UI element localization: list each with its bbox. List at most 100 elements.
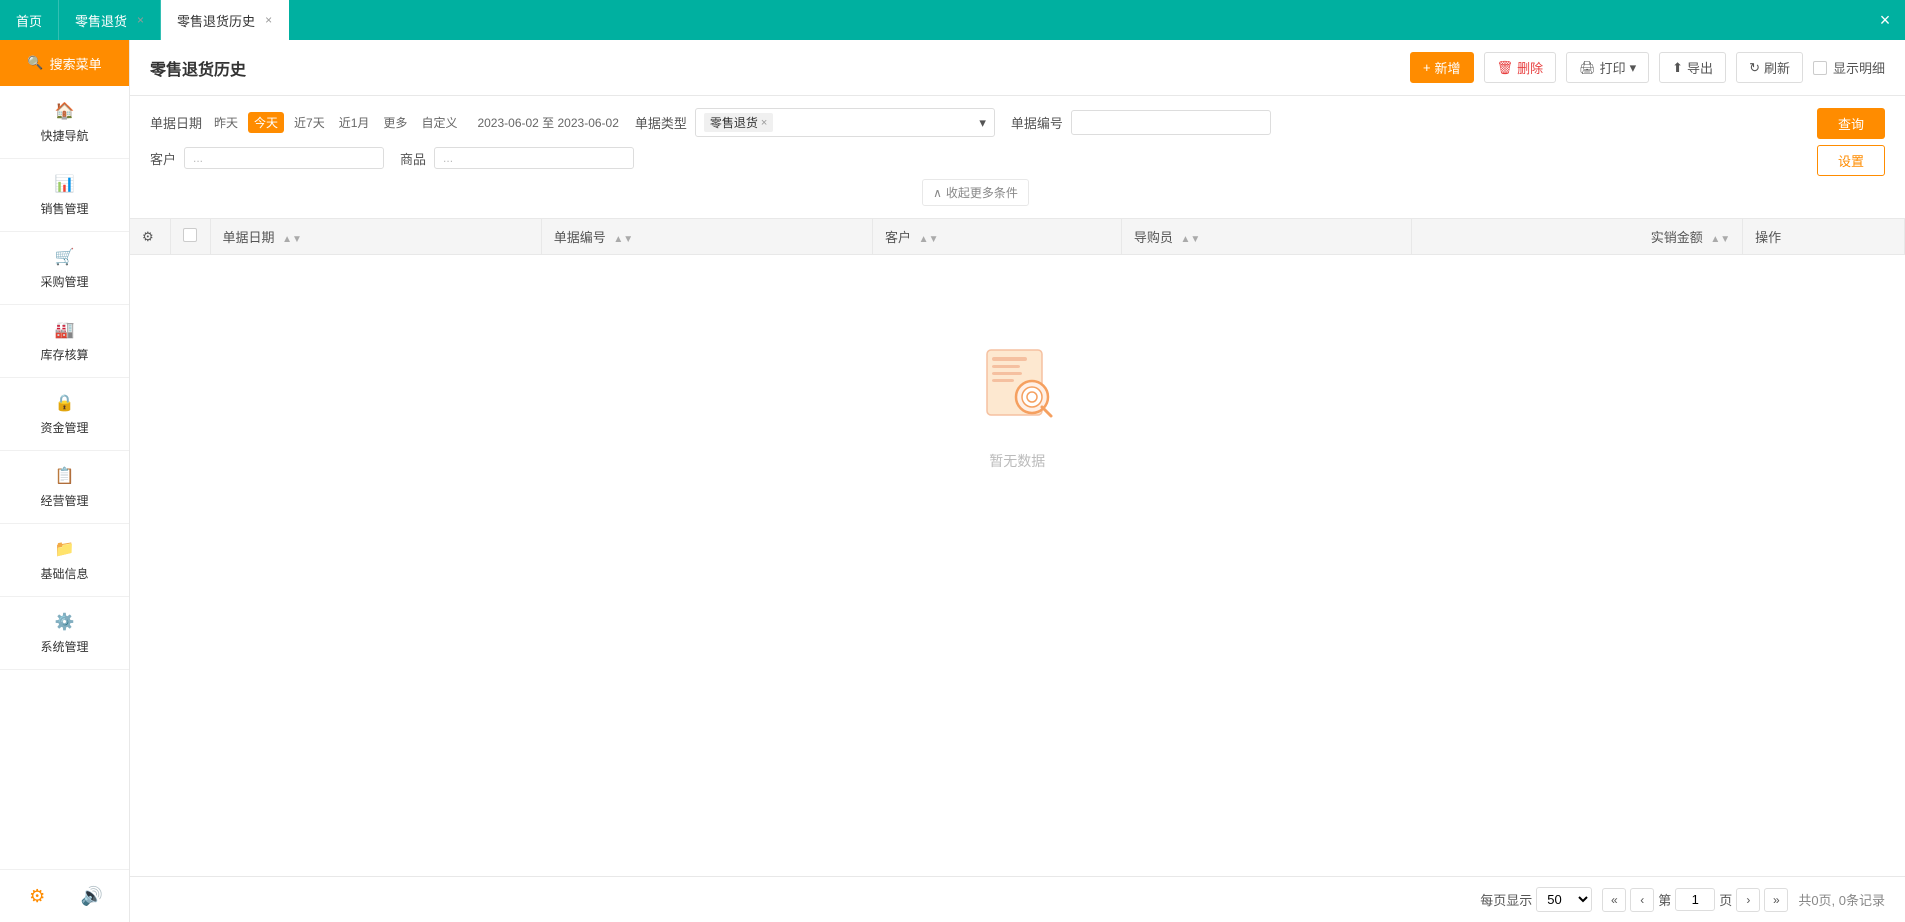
show-detail-checkbox[interactable] xyxy=(1813,61,1827,75)
delete-button-label: 删除 xyxy=(1517,58,1543,77)
type-tag: 零售退货 × xyxy=(704,113,773,132)
print-button[interactable]: 🖨 打印 ▾ xyxy=(1566,52,1649,83)
tab-retail-return-history[interactable]: 零售退货历史 × xyxy=(161,0,289,40)
delete-button[interactable]: 🗑 删除 xyxy=(1484,52,1557,83)
th-customer: 客户 ▲▼ xyxy=(873,219,1122,255)
add-button-label: 新增 xyxy=(1435,58,1461,77)
sidebar-item-system-mgmt[interactable]: ⚙️ 系统管理 xyxy=(0,597,129,670)
shortcut-yesterday[interactable]: 昨天 xyxy=(210,112,242,133)
page-header: 零售退货历史 + 新增 🗑 删除 🖨 打印 ▾ xyxy=(130,40,1905,96)
sidebar-item-inventory[interactable]: 🏭 库存核算 xyxy=(0,305,129,378)
shortcut-custom[interactable]: 自定义 xyxy=(417,112,461,133)
system-icon: ⚙️ xyxy=(54,611,76,633)
guide-sort-icons[interactable]: ▲▼ xyxy=(1180,235,1200,245)
page-last-button[interactable]: » xyxy=(1764,888,1788,912)
page-unit-label: 页 xyxy=(1719,890,1732,909)
customer-placeholder: ... xyxy=(193,151,203,165)
sidebar-item-operations-mgmt[interactable]: 📋 经营管理 xyxy=(0,451,129,524)
add-button[interactable]: + 新增 xyxy=(1410,52,1474,83)
goods-input[interactable]: ... xyxy=(434,147,634,169)
sidebar-search-button[interactable]: 🔍 搜索菜单 xyxy=(0,40,129,86)
customer-sort-icons[interactable]: ▲▼ xyxy=(919,235,939,245)
date-filter-label: 单据日期 xyxy=(150,113,202,132)
shortcut-today[interactable]: 今天 xyxy=(248,112,284,133)
sidebar-item-purchase-mgmt-label: 采购管理 xyxy=(40,273,88,290)
window-close-button[interactable]: × xyxy=(1865,0,1905,40)
shortcut-1month[interactable]: 近1月 xyxy=(335,112,374,133)
page-nav: « ‹ 第 页 › » xyxy=(1602,888,1788,912)
sidebar-item-quick-nav[interactable]: 🏠 快捷导航 xyxy=(0,86,129,159)
th-amount-label: 实销金额 xyxy=(1651,230,1703,245)
filter-doc-no: 单据编号 xyxy=(1011,110,1271,135)
tab-home[interactable]: 首页 xyxy=(0,0,59,40)
type-select[interactable]: 零售退货 × ▾ xyxy=(695,108,995,137)
doc-no-input[interactable] xyxy=(1071,110,1271,135)
collapse-button-label: 收起更多条件 xyxy=(946,184,1018,201)
toolbar: + 新增 🗑 删除 🖨 打印 ▾ ⬆ 导出 xyxy=(1410,52,1885,83)
table-wrapper: ⚙ 单据日期 ▲▼ 单据编号 ▲▼ xyxy=(130,219,1905,876)
main-layout: 🔍 搜索菜单 🏠 快捷导航 📊 销售管理 🛒 采购管理 🏭 库存核算 🔒 资金管… xyxy=(0,40,1905,922)
th-checkbox xyxy=(170,219,210,255)
empty-state-row: 暂无数据 xyxy=(130,255,1905,552)
th-guide: 导购员 ▲▼ xyxy=(1121,219,1411,255)
type-select-arrow: ▾ xyxy=(979,115,986,131)
page-first-button[interactable]: « xyxy=(1602,888,1626,912)
refresh-button[interactable]: ↻ 刷新 xyxy=(1736,52,1803,83)
page-next-button[interactable]: › xyxy=(1736,888,1760,912)
tab-retail-return-close[interactable]: × xyxy=(137,13,144,27)
export-button[interactable]: ⬆ 导出 xyxy=(1659,52,1726,83)
filter-settings-label: 设置 xyxy=(1838,154,1864,169)
amount-sort-icons[interactable]: ▲▼ xyxy=(1710,235,1730,245)
tab-retail-return-history-label: 零售退货历史 xyxy=(177,11,255,30)
customer-input[interactable]: ... xyxy=(184,147,384,169)
doc-no-sort-icons[interactable]: ▲▼ xyxy=(613,235,633,245)
query-button[interactable]: 查询 xyxy=(1817,108,1885,139)
operations-icon: 📋 xyxy=(54,465,76,487)
page-label: 第 xyxy=(1658,890,1671,909)
sales-icon: 📊 xyxy=(54,173,76,195)
type-tag-close[interactable]: × xyxy=(761,117,767,129)
filter-settings-button[interactable]: 设置 xyxy=(1817,145,1885,176)
per-page-selector: 每页显示 50 10 20 100 xyxy=(1480,887,1592,912)
collapse-button[interactable]: ∧ 收起更多条件 xyxy=(922,179,1029,206)
top-bar: 首页 零售退货 × 零售退货历史 × × xyxy=(0,0,1905,40)
date-range-value: 2023-06-02 至 2023-06-02 xyxy=(477,114,618,131)
tab-retail-return[interactable]: 零售退货 × xyxy=(59,0,161,40)
per-page-label: 每页显示 xyxy=(1480,890,1532,909)
sidebar-item-operations-mgmt-label: 经营管理 xyxy=(40,492,88,509)
page-prev-button[interactable]: ‹ xyxy=(1630,888,1654,912)
customer-filter-label: 客户 xyxy=(150,149,176,168)
per-page-select[interactable]: 50 10 20 100 xyxy=(1536,887,1592,912)
search-icon: 🔍 xyxy=(27,55,43,71)
sidebar-item-quick-nav-label: 快捷导航 xyxy=(40,127,88,144)
date-shortcuts: 昨天 今天 近7天 近1月 更多 自定义 xyxy=(210,112,461,133)
goods-filter-label: 商品 xyxy=(400,149,426,168)
refresh-button-label: 刷新 xyxy=(1764,58,1790,77)
th-action: 操作 xyxy=(1743,219,1905,255)
sidebar-item-basic-info[interactable]: 📁 基础信息 xyxy=(0,524,129,597)
settings-col-icon[interactable]: ⚙ xyxy=(142,229,154,244)
content-area: 零售退货历史 + 新增 🗑 删除 🖨 打印 ▾ xyxy=(130,40,1905,922)
sidebar-item-sales-mgmt[interactable]: 📊 销售管理 xyxy=(0,159,129,232)
doc-date-sort-icons[interactable]: ▲▼ xyxy=(282,235,302,245)
finance-icon: 🔒 xyxy=(54,392,76,414)
tab-home-label: 首页 xyxy=(16,11,42,30)
settings-gear-icon[interactable]: ⚙ xyxy=(21,880,53,912)
page-number-input[interactable] xyxy=(1675,888,1715,911)
sidebar-item-basic-info-label: 基础信息 xyxy=(40,565,88,582)
print-icon: 🖨 xyxy=(1579,60,1596,76)
sidebar-item-finance-mgmt[interactable]: 🔒 资金管理 xyxy=(0,378,129,451)
volume-icon[interactable]: 🔊 xyxy=(76,880,108,912)
header-checkbox[interactable] xyxy=(183,228,197,242)
shortcut-more[interactable]: 更多 xyxy=(379,112,411,133)
filter-type: 单据类型 零售退货 × ▾ xyxy=(635,108,995,137)
type-select-inner: 零售退货 × xyxy=(704,113,979,132)
collapse-arrow-icon: ∧ xyxy=(933,186,942,200)
th-guide-label: 导购员 xyxy=(1134,230,1173,245)
tab-retail-return-history-close[interactable]: × xyxy=(265,13,272,27)
sidebar-item-purchase-mgmt[interactable]: 🛒 采购管理 xyxy=(0,232,129,305)
print-button-label: 打印 xyxy=(1600,58,1626,77)
shortcut-7days[interactable]: 近7天 xyxy=(290,112,329,133)
show-detail-row: 显示明细 xyxy=(1813,58,1885,77)
filter-date-range: 2023-06-02 至 2023-06-02 xyxy=(477,114,618,131)
